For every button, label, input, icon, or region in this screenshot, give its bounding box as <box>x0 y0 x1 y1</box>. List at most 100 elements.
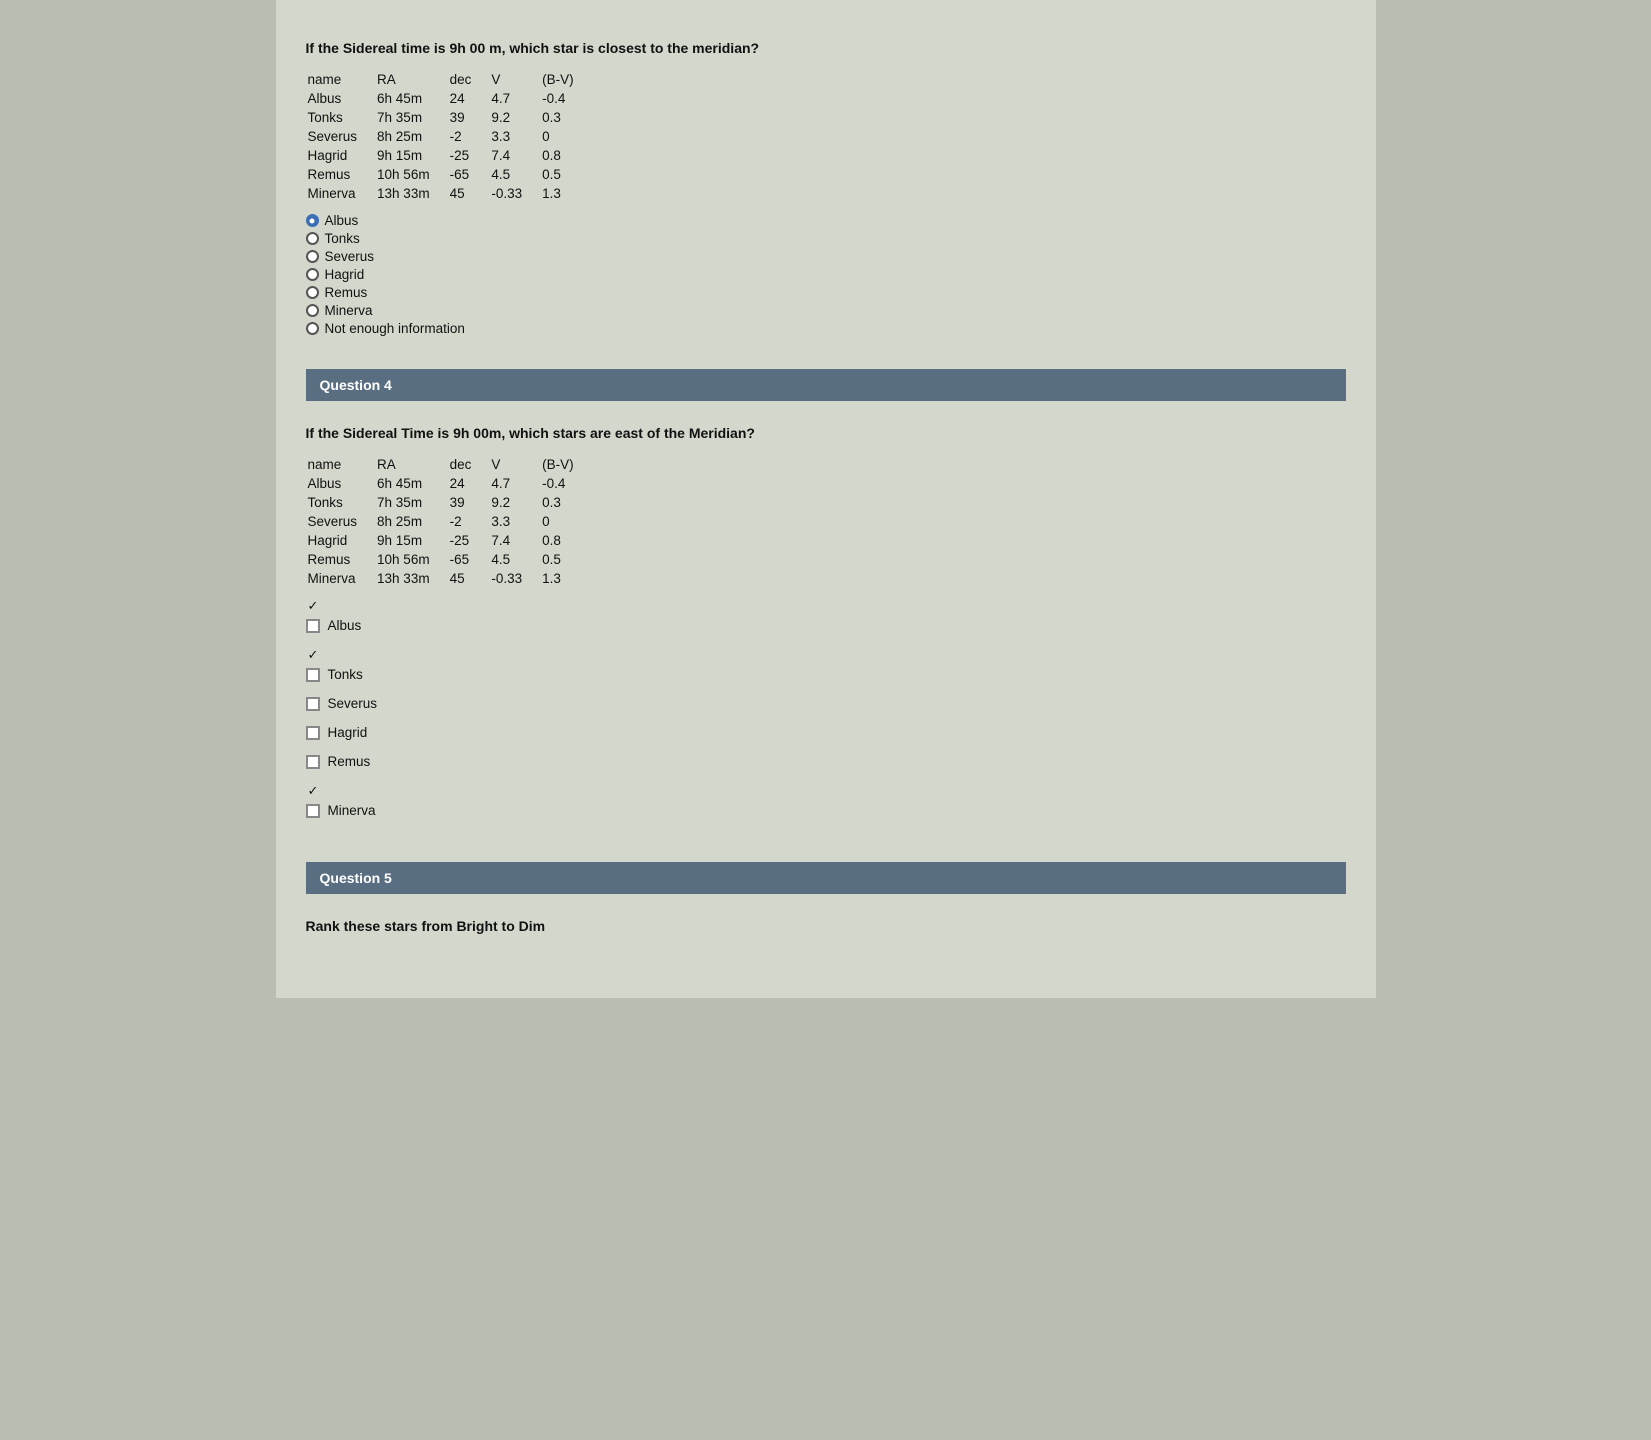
question4-header: Question 4 <box>306 369 1346 401</box>
col-ra: RA <box>375 455 448 474</box>
answer-option[interactable]: Remus <box>306 285 1346 300</box>
table-cell: -2 <box>448 127 490 146</box>
table-cell: 39 <box>448 493 490 512</box>
table-cell: -0.4 <box>540 474 592 493</box>
checkbox-row[interactable]: Severus <box>306 696 1346 711</box>
question4-checkboxes: ✓Albus✓TonksSeverusHagridRemus✓Minerva <box>306 598 1346 818</box>
table-cell: Hagrid <box>306 531 376 550</box>
checkbox-label: Remus <box>328 754 371 769</box>
table-cell: 0.5 <box>540 550 592 569</box>
table-cell: -0.33 <box>489 184 540 203</box>
checkbox-item: ✓Albus <box>306 598 1346 633</box>
table-cell: 9h 15m <box>375 146 448 165</box>
checkbox-item: ✓Tonks <box>306 647 1346 682</box>
answer-option[interactable]: Minerva <box>306 303 1346 318</box>
checkbox-row[interactable]: Tonks <box>306 667 1346 682</box>
table-cell: Remus <box>306 550 376 569</box>
radio-circle <box>306 304 319 317</box>
table-cell: Tonks <box>306 108 376 127</box>
table-cell: 0.5 <box>540 165 592 184</box>
table-cell: 0.3 <box>540 108 592 127</box>
table-cell: 7.4 <box>489 146 540 165</box>
answer-option[interactable]: Tonks <box>306 231 1346 246</box>
question3-block: If the Sidereal time is 9h 00 m, which s… <box>306 30 1346 359</box>
table-row: Albus6h 45m244.7-0.4 <box>306 89 592 108</box>
checkbox-item: Hagrid <box>306 725 1346 740</box>
radio-circle <box>306 322 319 335</box>
table-cell: 6h 45m <box>375 89 448 108</box>
table-cell: 39 <box>448 108 490 127</box>
checkbox-label: Hagrid <box>328 725 368 740</box>
table-cell: 0.8 <box>540 146 592 165</box>
question3-text: If the Sidereal time is 9h 00 m, which s… <box>306 40 1346 56</box>
table-cell: 10h 56m <box>375 550 448 569</box>
checkbox-row[interactable]: Hagrid <box>306 725 1346 740</box>
question4-table: name RA dec V (B-V) Albus6h 45m244.7-0.4… <box>306 455 592 588</box>
checkbox-box[interactable] <box>306 755 320 769</box>
table-row: Hagrid9h 15m-257.40.8 <box>306 531 592 550</box>
col-dec: dec <box>448 455 490 474</box>
col-bv: (B-V) <box>540 455 592 474</box>
table-row: Tonks7h 35m399.20.3 <box>306 493 592 512</box>
checkbox-box[interactable] <box>306 726 320 740</box>
col-bv: (B-V) <box>540 70 592 89</box>
table-row: Remus10h 56m-654.50.5 <box>306 165 592 184</box>
col-name: name <box>306 455 376 474</box>
col-v: V <box>489 70 540 89</box>
radio-circle <box>306 286 319 299</box>
checkbox-row[interactable]: Minerva <box>306 803 1346 818</box>
table-cell: 13h 33m <box>375 569 448 588</box>
answer-option[interactable]: Severus <box>306 249 1346 264</box>
checkbox-row[interactable]: Albus <box>306 618 1346 633</box>
table-cell: 7.4 <box>489 531 540 550</box>
question4-text: If the Sidereal Time is 9h 00m, which st… <box>306 425 1346 441</box>
table-cell: 4.5 <box>489 165 540 184</box>
checkbox-box[interactable] <box>306 697 320 711</box>
question4-block: If the Sidereal Time is 9h 00m, which st… <box>306 415 1346 852</box>
table-cell: 0 <box>540 512 592 531</box>
table-cell: 24 <box>448 474 490 493</box>
checkbox-label: Severus <box>328 696 378 711</box>
table-cell: Hagrid <box>306 146 376 165</box>
table-cell: -0.33 <box>489 569 540 588</box>
table-row: Minerva13h 33m45-0.331.3 <box>306 184 592 203</box>
table-cell: 24 <box>448 89 490 108</box>
answer-option[interactable]: Hagrid <box>306 267 1346 282</box>
table-header-row: name RA dec V (B-V) <box>306 70 592 89</box>
table-cell: 9.2 <box>489 108 540 127</box>
table-cell: Minerva <box>306 569 376 588</box>
checkbox-box[interactable] <box>306 804 320 818</box>
checkbox-box[interactable] <box>306 668 320 682</box>
question3-table: name RA dec V (B-V) Albus6h 45m244.7-0.4… <box>306 70 592 203</box>
option-label: Remus <box>325 285 368 300</box>
table-row: Albus6h 45m244.7-0.4 <box>306 474 592 493</box>
table-cell: 9h 15m <box>375 531 448 550</box>
checkbox-row[interactable]: Remus <box>306 754 1346 769</box>
question5-header: Question 5 <box>306 862 1346 894</box>
checkbox-box[interactable] <box>306 619 320 633</box>
option-label: Tonks <box>325 231 360 246</box>
option-label: Hagrid <box>325 267 365 282</box>
checkbox-label: Albus <box>328 618 362 633</box>
table-cell: 9.2 <box>489 493 540 512</box>
table-cell: 3.3 <box>489 127 540 146</box>
answer-option[interactable]: Albus <box>306 213 1346 228</box>
answer-option[interactable]: Not enough information <box>306 321 1346 336</box>
table-cell: Severus <box>306 512 376 531</box>
table-cell: Remus <box>306 165 376 184</box>
checkbox-label: Tonks <box>328 667 363 682</box>
table-cell: 13h 33m <box>375 184 448 203</box>
table-row: Tonks7h 35m399.20.3 <box>306 108 592 127</box>
table-cell: -0.4 <box>540 89 592 108</box>
col-ra: RA <box>375 70 448 89</box>
table-cell: -2 <box>448 512 490 531</box>
option-label: Not enough information <box>325 321 465 336</box>
table-cell: Minerva <box>306 184 376 203</box>
table-row: Severus8h 25m-23.30 <box>306 512 592 531</box>
col-dec: dec <box>448 70 490 89</box>
checkbox-item: Severus <box>306 696 1346 711</box>
table-cell: 45 <box>448 569 490 588</box>
table-cell: Albus <box>306 89 376 108</box>
table-cell: 8h 25m <box>375 127 448 146</box>
table-cell: Albus <box>306 474 376 493</box>
